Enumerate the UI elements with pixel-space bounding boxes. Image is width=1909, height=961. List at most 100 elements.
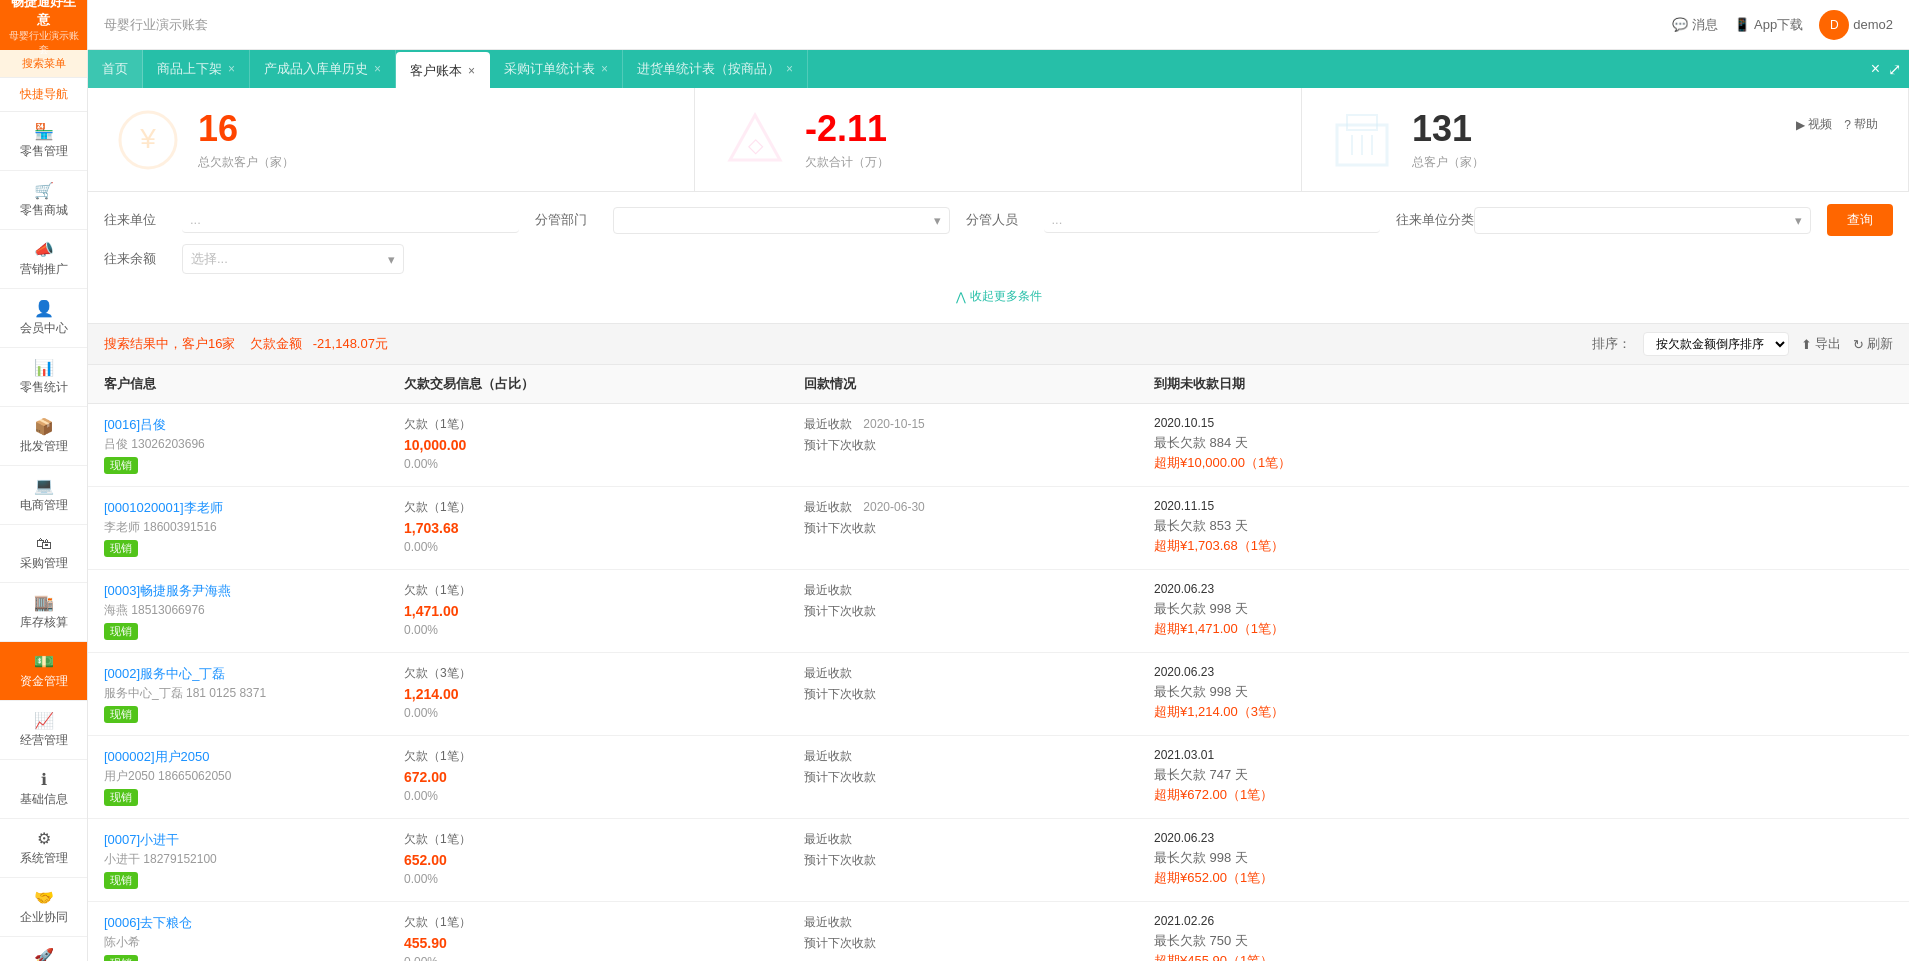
query-button[interactable]: 查询 xyxy=(1827,204,1893,236)
tab-home[interactable]: 首页 xyxy=(88,50,143,88)
sidebar-item-inventory[interactable]: 🏬 库存核算 xyxy=(0,583,87,642)
content-area: ¥ 16 总欠款客户（家） ◇ xyxy=(88,88,1909,961)
sidebar-item-guide[interactable]: 🚀 新手引导 xyxy=(0,937,87,961)
results-amount-value: -21,148.07元 xyxy=(313,336,388,351)
balance-value: 选择... xyxy=(191,250,228,268)
sidebar-item-label: 采购管理 xyxy=(5,555,82,572)
last-collection: 最近收款 xyxy=(804,665,1154,682)
sidebar-item-basic-info[interactable]: ℹ 基础信息 xyxy=(0,760,87,819)
sidebar-item-retail-mgmt[interactable]: 🏪 零售管理 xyxy=(0,112,87,171)
stat-card-total-debt: ◇ -2.11 欠款合计（万） xyxy=(695,88,1302,191)
last-collection-label: 最近收款 xyxy=(804,832,852,846)
refresh-btn[interactable]: ↻ 刷新 xyxy=(1853,335,1893,353)
sidebar-item-label: 零售统计 xyxy=(5,379,82,396)
sidebar-quick-nav[interactable]: 快捷导航 xyxy=(0,78,87,112)
help-btn[interactable]: ? 帮助 xyxy=(1844,116,1878,133)
message-btn[interactable]: 💬 消息 xyxy=(1672,16,1718,34)
last-collection: 最近收款 xyxy=(804,831,1154,848)
unit-category-input[interactable]: ▾ xyxy=(1474,207,1811,234)
overdue-amount[interactable]: 超期¥455.90（1笔） xyxy=(1154,952,1893,961)
debt-count: 欠款（1笔） xyxy=(404,416,804,433)
purchase-mgmt-icon: 🛍 xyxy=(5,535,82,553)
filter-dept: 分管部门 ▾ xyxy=(535,207,950,234)
stat-total-debt-icon: ◇ xyxy=(725,110,785,170)
sidebar-item-label: 基础信息 xyxy=(5,791,82,808)
sidebar-item-batch-mgmt[interactable]: 📦 批发管理 xyxy=(0,407,87,466)
last-collection: 最近收款 2020-10-15 xyxy=(804,416,1154,433)
tab-expand-icon[interactable]: ⤢ xyxy=(1888,60,1901,79)
overdue-amount[interactable]: 超期¥652.00（1笔） xyxy=(1154,869,1893,887)
customer-name[interactable]: [0006]去下粮仓 xyxy=(104,914,404,932)
debt-count: 欠款（1笔） xyxy=(404,748,804,765)
overdue-amount[interactable]: 超期¥10,000.00（1笔） xyxy=(1154,454,1893,472)
tab-products-history-close[interactable]: × xyxy=(374,62,381,76)
tab-products-history[interactable]: 产成品入库单历史 × xyxy=(250,50,396,88)
tab-close-all-icon[interactable]: × xyxy=(1871,60,1880,78)
sidebar-item-retail-store[interactable]: 🛒 零售商城 xyxy=(0,171,87,230)
person-input[interactable]: ... xyxy=(1044,207,1381,233)
balance-input[interactable]: 选择... ▾ xyxy=(182,244,404,274)
customer-name[interactable]: [000002]用户2050 xyxy=(104,748,404,766)
sidebar-item-system[interactable]: ⚙ 系统管理 xyxy=(0,819,87,878)
table-row: [0003]畅捷服务尹海燕 海燕 18513066976 现销 欠款（1笔） 1… xyxy=(88,570,1909,653)
customer-name[interactable]: [0002]服务中心_丁磊 xyxy=(104,665,404,683)
sidebar-item-finance[interactable]: 💵 资金管理 xyxy=(0,642,87,701)
sidebar-item-retail-stats[interactable]: 📊 零售统计 xyxy=(0,348,87,407)
tab-customer-account-label: 客户账本 xyxy=(410,62,462,80)
sidebar-item-marketing[interactable]: 📣 营销推广 xyxy=(0,230,87,289)
origin-unit-input[interactable]: ... xyxy=(182,207,519,233)
collapse-filters-btn[interactable]: ⋀ 收起更多条件 xyxy=(104,282,1893,311)
debt-count: 欠款（1笔） xyxy=(404,914,804,931)
overdue-amount[interactable]: 超期¥1,471.00（1笔） xyxy=(1154,620,1893,638)
app-logo-text: 畅捷通好生意 xyxy=(8,0,79,29)
customer-tag: 现销 xyxy=(104,789,138,806)
overdue-amount[interactable]: 超期¥1,214.00（3笔） xyxy=(1154,703,1893,721)
dept-input[interactable]: ▾ xyxy=(613,207,950,234)
table-row: [0007]小进干 小进干 18279152100 现销 欠款（1笔） 652.… xyxy=(88,819,1909,902)
tab-purchase-stats-label: 采购订单统计表 xyxy=(504,60,595,78)
operation-icon: 📈 xyxy=(5,711,82,730)
stat-total-debt-value: -2.11 xyxy=(805,108,889,150)
tab-products-offline[interactable]: 商品上下架 × xyxy=(143,50,250,88)
tab-purchase-product-stats[interactable]: 进货单统计表（按商品） × xyxy=(623,50,808,88)
debt-amount[interactable]: 10,000.00 xyxy=(404,437,804,453)
debt-amount[interactable]: 652.00 xyxy=(404,852,804,868)
origin-unit-label: 往来单位 xyxy=(104,211,174,229)
export-btn[interactable]: ⬆ 导出 xyxy=(1801,335,1841,353)
tab-purchase-stats-close[interactable]: × xyxy=(601,62,608,76)
sidebar-item-enterprise[interactable]: 🤝 企业协同 xyxy=(0,878,87,937)
sort-select[interactable]: 按欠款金额倒序排序 xyxy=(1643,332,1789,356)
debt-amount[interactable]: 1,214.00 xyxy=(404,686,804,702)
sidebar-item-operation[interactable]: 📈 经营管理 xyxy=(0,701,87,760)
debt-amount[interactable]: 1,471.00 xyxy=(404,603,804,619)
debt-amount[interactable]: 672.00 xyxy=(404,769,804,785)
overdue-amount[interactable]: 超期¥672.00（1笔） xyxy=(1154,786,1893,804)
video-btn[interactable]: ▶ 视频 xyxy=(1796,116,1832,133)
export-label: 导出 xyxy=(1815,335,1841,353)
customer-name[interactable]: [0003]畅捷服务尹海燕 xyxy=(104,582,404,600)
debt-amount[interactable]: 455.90 xyxy=(404,935,804,951)
tab-customer-account[interactable]: 客户账本 × xyxy=(396,52,490,88)
customer-info-cell: [0007]小进干 小进干 18279152100 现销 xyxy=(104,831,404,889)
tab-purchase-product-stats-close[interactable]: × xyxy=(786,62,793,76)
tab-customer-account-close[interactable]: × xyxy=(468,64,475,78)
customer-name[interactable]: [0016]吕俊 xyxy=(104,416,404,434)
sidebar-item-ecommerce[interactable]: 💻 电商管理 xyxy=(0,466,87,525)
customer-name[interactable]: [0007]小进干 xyxy=(104,831,404,849)
avatar: D xyxy=(1819,10,1849,40)
debt-info-cell: 欠款（3笔） 1,214.00 0.00% xyxy=(404,665,804,720)
tab-products-offline-close[interactable]: × xyxy=(228,62,235,76)
app-download-btn[interactable]: 📱 App下载 xyxy=(1734,16,1803,34)
customer-name[interactable]: [0001020001]李老师 xyxy=(104,499,404,517)
debt-count: 欠款（1笔） xyxy=(404,582,804,599)
svg-text:◇: ◇ xyxy=(748,134,764,156)
debt-amount[interactable]: 1,703.68 xyxy=(404,520,804,536)
collection-cell: 最近收款 预计下次收款 xyxy=(804,748,1154,786)
overdue-amount[interactable]: 超期¥1,703.68（1笔） xyxy=(1154,537,1893,555)
user-profile-btn[interactable]: D demo2 xyxy=(1819,10,1893,40)
tab-purchase-stats[interactable]: 采购订单统计表 × xyxy=(490,50,623,88)
guide-icon: 🚀 xyxy=(5,947,82,961)
sidebar-item-membership[interactable]: 👤 会员中心 xyxy=(0,289,87,348)
sidebar-item-purchase-mgmt[interactable]: 🛍 采购管理 xyxy=(0,525,87,583)
origin-unit-value: ... xyxy=(190,212,201,227)
